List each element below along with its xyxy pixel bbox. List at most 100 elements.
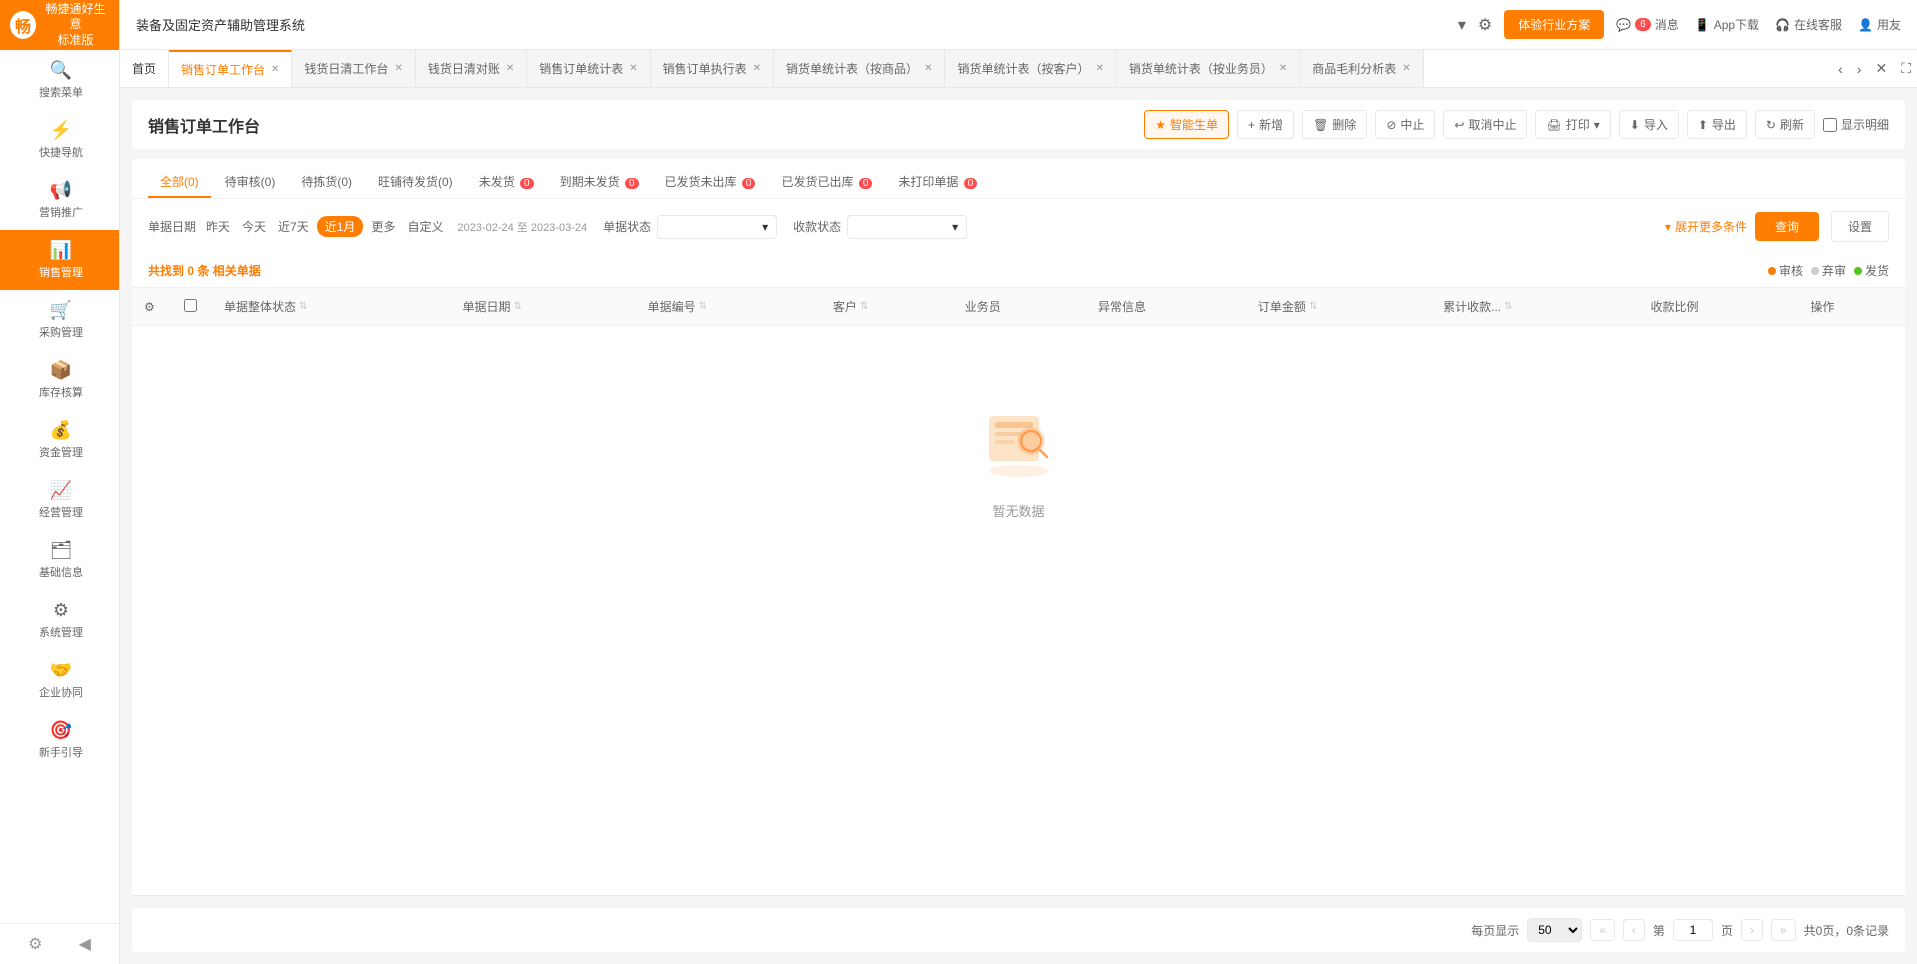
shortcut-recent7[interactable]: 近7天 [274,216,313,237]
tab-close-icon[interactable]: ✕ [753,63,761,74]
shortcut-more[interactable]: 更多 [367,216,399,237]
set-btn[interactable]: 设置 [1831,211,1889,242]
sales-icon: 📊 [50,240,72,261]
experience-btn[interactable]: 体验行业方案 [1504,10,1604,39]
col-staff-sort[interactable]: 业务员 [965,298,1074,315]
sub-tab-all[interactable]: 全部(0) [148,167,211,198]
select-all-checkbox[interactable] [184,299,197,312]
new-btn[interactable]: + 新增 [1237,110,1294,139]
header-settings-icon[interactable]: ▾ [1458,15,1466,35]
sub-tab-shipped-not-out[interactable]: 已发货未出库 0 [653,167,768,198]
user-btn[interactable]: 👤 用友 [1858,16,1901,33]
tab-sales-stats-customer[interactable]: 销货单统计表（按客户） ✕ [945,50,1116,88]
tab-close-icon[interactable]: ✕ [1402,63,1410,74]
expand-more-btn[interactable]: ▾ 展开更多条件 [1665,218,1747,235]
sidebar-settings-button[interactable]: ⚙ [28,934,42,954]
export-btn[interactable]: ⬆ 导出 [1687,110,1747,139]
ship-action-btn[interactable]: 发货 [1854,262,1889,279]
tab-close-icon[interactable]: ✕ [629,63,637,74]
shortcut-today[interactable]: 今天 [238,216,270,237]
stop-btn[interactable]: ⊘ 中止 [1375,110,1435,139]
prev-page-btn[interactable]: ‹ [1623,919,1645,941]
print-btn[interactable]: 🖨 打印 ▾ [1535,110,1610,139]
tab-sales-stats-staff[interactable]: 销货单统计表（按业务员） ✕ [1117,50,1300,88]
last-page-btn[interactable]: » [1771,919,1796,941]
shipped-not-out-badge: 0 [742,178,756,189]
col-abnormal-sort[interactable]: 异常信息 [1098,298,1234,315]
tab-home[interactable]: 首页 [120,50,169,88]
tab-next-btn[interactable]: › [1851,57,1868,81]
col-number-sort[interactable]: 单据编号 ⇅ [648,298,809,315]
sub-tab-wangpu[interactable]: 旺铺待发货(0) [366,167,465,198]
payment-select[interactable]: ▾ [847,215,967,239]
tab-close-icon[interactable]: ✕ [1279,63,1287,74]
sub-tab-overdue[interactable]: 到期未发货 0 [548,167,651,198]
first-page-btn[interactable]: « [1590,919,1615,941]
shortcut-recent1month[interactable]: 近1月 [317,216,364,237]
tab-prev-btn[interactable]: ‹ [1832,57,1849,81]
page-size-select[interactable]: 50 10 20 100 [1527,918,1582,942]
tab-close-all-btn[interactable]: ✕ [1869,56,1893,81]
col-customer-sort[interactable]: 客户 ⇅ [833,298,941,315]
tab-close-icon[interactable]: ✕ [271,64,279,75]
tab-sales-order-execute[interactable]: 销售订单执行表 ✕ [651,50,774,88]
sidebar-item-search[interactable]: 🔍 搜索菜单 [0,50,119,110]
sidebar-item-finance[interactable]: 💰 资金管理 [0,410,119,470]
sidebar-item-guide[interactable]: 🎯 新手引导 [0,710,119,770]
settings-col-icon[interactable]: ⚙ [144,300,155,314]
delete-btn[interactable]: 🗑 删除 [1302,110,1367,139]
sidebar-item-marketing[interactable]: 📢 营销推广 [0,170,119,230]
app-download-btn[interactable]: 📱 App下载 [1695,16,1759,33]
sub-tab-not-shipped[interactable]: 未发货 0 [467,167,546,198]
cancel-review-action-btn[interactable]: 弃审 [1811,262,1846,279]
col-amount-sort[interactable]: 订单金额 ⇅ [1258,298,1419,315]
sidebar-item-system[interactable]: ⚙ 系统管理 [0,590,119,650]
sidebar-item-inventory[interactable]: 📦 库存核算 [0,350,119,410]
tab-sales-stats-product[interactable]: 销货单统计表（按商品） ✕ [774,50,945,88]
shortcut-yesterday[interactable]: 昨天 [202,216,234,237]
col-received-sort[interactable]: 累计收款... ⇅ [1443,298,1626,315]
chevron-down-icon: ▾ [1665,220,1671,234]
next-page-btn[interactable]: › [1741,919,1763,941]
sub-tab-shipped-out[interactable]: 已发货已出库 0 [769,167,884,198]
horizontal-scrollbar[interactable] [132,895,1905,907]
sub-tab-not-printed[interactable]: 未打印单据 0 [886,167,989,198]
tab-fullscreen-btn[interactable]: ⛶ [1895,56,1917,81]
tab-sales-order-stats[interactable]: 销售订单统计表 ✕ [527,50,650,88]
review-action-btn[interactable]: 审核 [1768,262,1803,279]
sidebar-item-sales[interactable]: 📊 销售管理 [0,230,119,290]
col-status-sort[interactable]: 单据整体状态 ⇅ [224,298,438,315]
refresh-btn[interactable]: ↻ 刷新 [1755,110,1815,139]
sidebar-item-enterprise[interactable]: 🤝 企业协同 [0,650,119,710]
col-date-sort[interactable]: 单据日期 ⇅ [462,298,623,315]
header-gear-icon[interactable]: ⚙ [1478,15,1492,35]
message-btn[interactable]: 💬 6 消息 [1616,16,1679,33]
online-service-btn[interactable]: 🎧 在线客服 [1775,16,1842,33]
page-input[interactable] [1673,919,1713,941]
smart-create-btn[interactable]: ★ 智能生单 [1144,110,1229,139]
sub-tab-pending-inspect[interactable]: 待拣货(0) [289,167,364,198]
status-select[interactable]: ▾ [657,215,777,239]
query-btn[interactable]: 查询 [1755,212,1819,241]
tab-close-icon[interactable]: ✕ [394,63,402,74]
cancel-stop-btn[interactable]: ↩ 取消中止 [1443,110,1527,139]
status-filter: 单据状态 ▾ [603,215,777,239]
sidebar-item-purchase[interactable]: 🛒 采购管理 [0,290,119,350]
sub-tab-pending-review[interactable]: 待审核(0) [213,167,288,198]
tab-close-icon[interactable]: ✕ [924,63,932,74]
status-filter-label: 单据状态 [603,218,651,235]
tab-close-icon[interactable]: ✕ [506,63,514,74]
shortcut-custom[interactable]: 自定义 [403,216,447,237]
import-btn[interactable]: ⬇ 导入 [1619,110,1679,139]
sidebar-item-operation[interactable]: 📈 经营管理 [0,470,119,530]
tab-cash-reconcile[interactable]: 钱货日清对账 ✕ [416,50,527,88]
sidebar-item-basic[interactable]: 🗂 基础信息 [0,530,119,590]
tab-sales-order-workbench[interactable]: 销售订单工作台 ✕ [169,50,292,88]
tab-cash-daily[interactable]: 钱货日清工作台 ✕ [292,50,415,88]
sidebar-collapse-button[interactable]: ◀ [79,934,91,954]
tab-product-margin[interactable]: 商品毛利分析表 ✕ [1300,50,1423,88]
tab-close-icon[interactable]: ✕ [1095,63,1103,74]
sidebar-item-quick-nav[interactable]: ⚡ 快捷导航 [0,110,119,170]
no-data-text: 暂无数据 [992,501,1044,520]
show-detail-checkbox[interactable] [1823,118,1837,132]
